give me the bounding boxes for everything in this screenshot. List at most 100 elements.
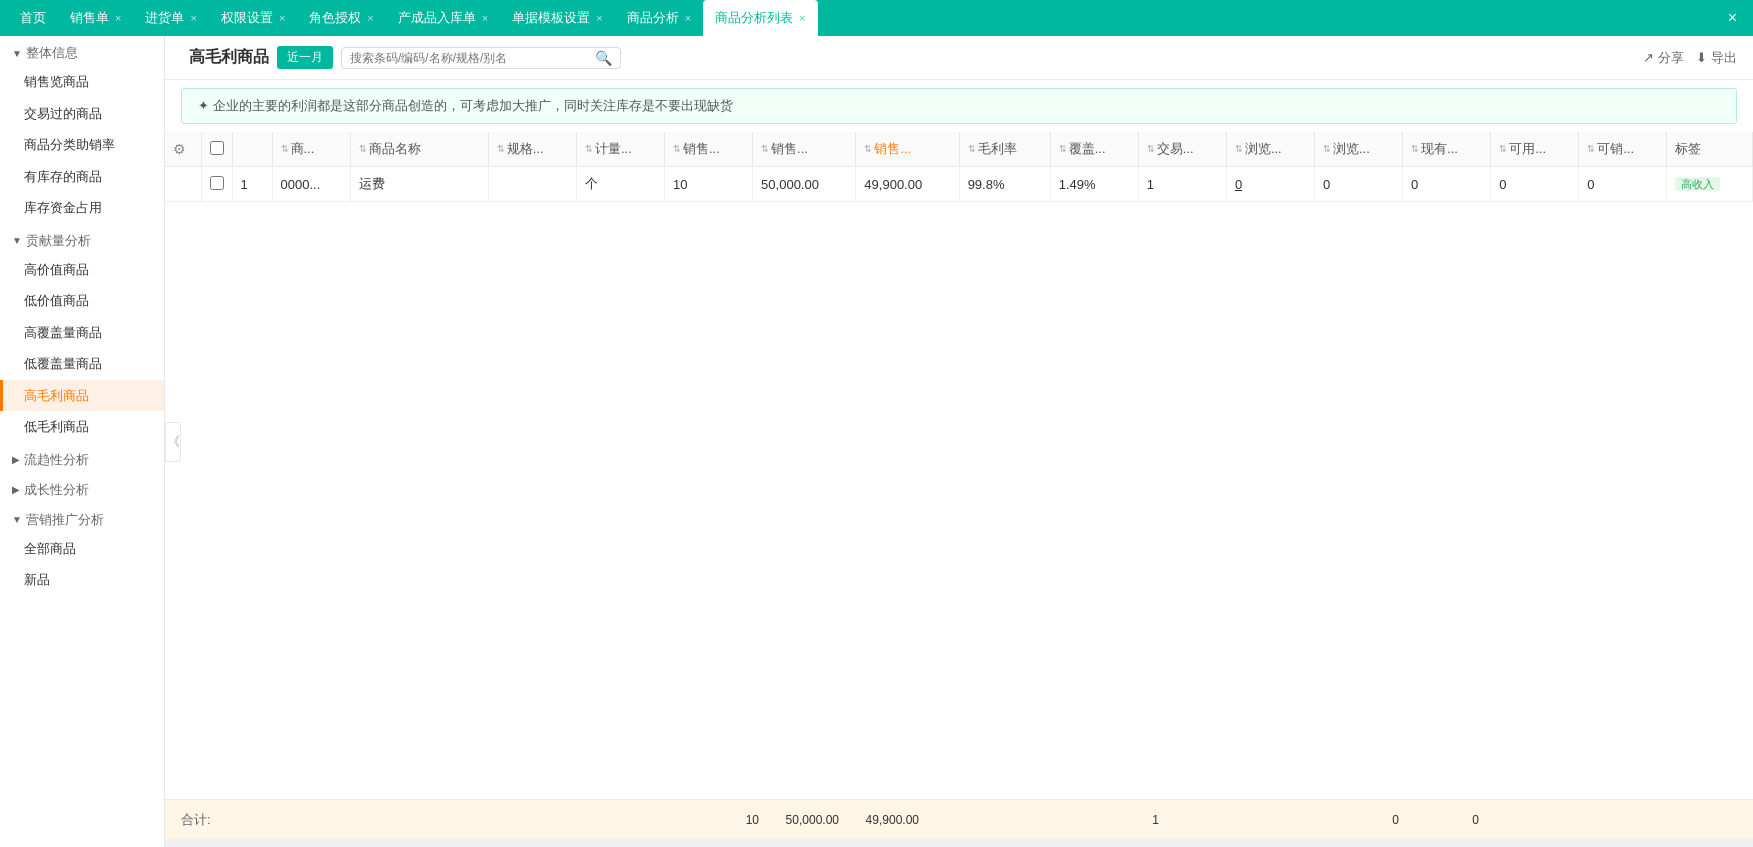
sidebar-item-low-coverage[interactable]: 低覆盖量商品 bbox=[0, 348, 164, 380]
row-sellable: 0 bbox=[1579, 167, 1667, 202]
close-icon[interactable]: × bbox=[799, 12, 805, 24]
footer-sales-cost: 49,900.00 bbox=[847, 813, 927, 827]
col-sales-amount[interactable]: ⇅销售... bbox=[753, 132, 856, 167]
col-available-stock[interactable]: ⇅可用... bbox=[1491, 132, 1579, 167]
col-browse2[interactable]: ⇅浏览... bbox=[1314, 132, 1402, 167]
close-icon[interactable]: × bbox=[367, 12, 373, 24]
horizontal-scrollbar[interactable] bbox=[165, 839, 1753, 847]
export-button[interactable]: ⬇ 导出 bbox=[1696, 49, 1737, 67]
select-all-checkbox[interactable] bbox=[210, 141, 224, 155]
footer-bar: 合计: 10 50,000.00 49,900.00 1 0 0 bbox=[165, 799, 1753, 839]
close-all-button[interactable]: × bbox=[1720, 9, 1745, 27]
row-select-checkbox[interactable] bbox=[210, 176, 224, 190]
search-box: 🔍 bbox=[341, 47, 621, 69]
col-settings[interactable]: ⚙ bbox=[165, 132, 201, 167]
col-index bbox=[232, 132, 272, 167]
sidebar-item-high-margin[interactable]: 高毛利商品 bbox=[0, 380, 164, 412]
search-icon[interactable]: 🔍 bbox=[595, 50, 612, 66]
chevron-down-icon: ▼ bbox=[12, 235, 22, 246]
sidebar-section-overall[interactable]: ▼ 整体信息 bbox=[0, 36, 164, 66]
col-code[interactable]: ⇅商... bbox=[272, 132, 350, 167]
close-icon[interactable]: × bbox=[115, 12, 121, 24]
nav-item-sales[interactable]: 销售单 × bbox=[58, 0, 133, 36]
sidebar-item-low-margin[interactable]: 低毛利商品 bbox=[0, 411, 164, 443]
col-checkbox bbox=[201, 132, 232, 167]
sidebar-collapse-button[interactable]: 《 bbox=[165, 422, 181, 462]
close-icon[interactable]: × bbox=[596, 12, 602, 24]
sidebar-item-stock-capital[interactable]: 库存资金占用 bbox=[0, 192, 164, 224]
sort-icon: ⇅ bbox=[968, 144, 976, 154]
nav-item-product-analysis-list[interactable]: 商品分析列表 × bbox=[703, 0, 817, 36]
nav-item-home[interactable]: 首页 bbox=[8, 0, 58, 36]
sidebar-item-in-stock[interactable]: 有库存的商品 bbox=[0, 161, 164, 193]
export-icon: ⬇ bbox=[1696, 50, 1707, 65]
sidebar-section-flow[interactable]: ▶ 流趋性分析 bbox=[0, 443, 164, 473]
sidebar-item-category-assist-rate[interactable]: 商品分类助销率 bbox=[0, 129, 164, 161]
sidebar-item-new-products[interactable]: 新品 bbox=[0, 564, 164, 596]
share-icon: ↗ bbox=[1643, 50, 1654, 65]
row-sales-amount: 50,000.00 bbox=[753, 167, 856, 202]
row-sales-cost: 49,900.00 bbox=[856, 167, 959, 202]
chevron-right-icon: ▶ bbox=[12, 484, 20, 495]
nav-item-permissions[interactable]: 权限设置 × bbox=[209, 0, 297, 36]
sidebar: ▼ 整体信息 销售览商品 交易过的商品 商品分类助销率 有库存的商品 库存资金占… bbox=[0, 36, 165, 847]
product-table: ⚙ ⇅商... ⇅商品名称 ⇅规格... bbox=[165, 132, 1753, 202]
nav-item-purchase[interactable]: 进货单 × bbox=[133, 0, 208, 36]
sidebar-section-growth[interactable]: ▶ 成长性分析 bbox=[0, 473, 164, 503]
close-icon[interactable]: × bbox=[685, 12, 691, 24]
col-tag: 标签 bbox=[1667, 132, 1753, 167]
sidebar-item-high-coverage[interactable]: 高覆盖量商品 bbox=[0, 317, 164, 349]
row-spec bbox=[488, 167, 576, 202]
nav-item-product-analysis[interactable]: 商品分析 × bbox=[615, 0, 703, 36]
col-sales-cost[interactable]: ⇅销售... bbox=[856, 132, 959, 167]
row-checkbox[interactable] bbox=[201, 167, 232, 202]
col-spec[interactable]: ⇅规格... bbox=[488, 132, 576, 167]
sort-icon: ⇅ bbox=[359, 144, 367, 154]
sidebar-section-contribution[interactable]: ▼ 贡献量分析 bbox=[0, 224, 164, 254]
sidebar-item-sales-overview[interactable]: 销售览商品 bbox=[0, 66, 164, 98]
col-trade[interactable]: ⇅交易... bbox=[1138, 132, 1226, 167]
table-row: 1 0000... 运费 个 10 50,000.00 49,900.00 99… bbox=[165, 167, 1753, 202]
main-layout: ▼ 整体信息 销售览商品 交易过的商品 商品分类助销率 有库存的商品 库存资金占… bbox=[0, 36, 1753, 847]
close-icon[interactable]: × bbox=[190, 12, 196, 24]
sort-icon: ⇅ bbox=[585, 144, 593, 154]
sort-icon: ⇅ bbox=[864, 144, 872, 154]
sort-icon: ⇅ bbox=[673, 144, 681, 154]
close-icon[interactable]: × bbox=[482, 12, 488, 24]
footer-trade: 1 bbox=[1087, 813, 1167, 827]
search-input[interactable] bbox=[350, 51, 591, 65]
row-trade: 1 bbox=[1138, 167, 1226, 202]
footer-sales-amount: 50,000.00 bbox=[767, 813, 847, 827]
share-button[interactable]: ↗ 分享 bbox=[1643, 49, 1684, 67]
col-gross-margin[interactable]: ⇅毛利率 bbox=[959, 132, 1050, 167]
filter-recent-month-button[interactable]: 近一月 bbox=[277, 46, 333, 69]
top-navigation: 首页 销售单 × 进货单 × 权限设置 × 角色授权 × 产成品入库单 × 单据… bbox=[0, 0, 1753, 36]
sidebar-item-low-value[interactable]: 低价值商品 bbox=[0, 285, 164, 317]
sort-icon: ⇅ bbox=[281, 144, 289, 154]
col-browse1[interactable]: ⇅浏览... bbox=[1226, 132, 1314, 167]
settings-icon[interactable]: ⚙ bbox=[173, 141, 186, 157]
col-sales-qty[interactable]: ⇅销售... bbox=[665, 132, 753, 167]
nav-item-roles[interactable]: 角色授权 × bbox=[297, 0, 385, 36]
col-coverage[interactable]: ⇅覆盖... bbox=[1050, 132, 1138, 167]
col-name[interactable]: ⇅商品名称 bbox=[350, 132, 488, 167]
sort-icon: ⇅ bbox=[1059, 144, 1067, 154]
col-unit[interactable]: ⇅计量... bbox=[576, 132, 664, 167]
sort-icon: ⇅ bbox=[761, 144, 769, 154]
header-actions: ↗ 分享 ⬇ 导出 bbox=[1643, 49, 1737, 67]
col-current-stock[interactable]: ⇅现有... bbox=[1403, 132, 1491, 167]
sort-icon: ⇅ bbox=[1147, 144, 1155, 154]
sidebar-item-high-value[interactable]: 高价值商品 bbox=[0, 254, 164, 286]
col-sellable[interactable]: ⇅可销... bbox=[1579, 132, 1667, 167]
sidebar-section-marketing[interactable]: ▼ 营销推广分析 bbox=[0, 503, 164, 533]
row-browse1[interactable]: 0 bbox=[1226, 167, 1314, 202]
sidebar-item-all-products[interactable]: 全部商品 bbox=[0, 533, 164, 565]
nav-item-template[interactable]: 单据模板设置 × bbox=[500, 0, 614, 36]
nav-item-warehouse[interactable]: 产成品入库单 × bbox=[386, 0, 500, 36]
close-icon[interactable]: × bbox=[279, 12, 285, 24]
row-sales-qty: 10 bbox=[665, 167, 753, 202]
row-name: 运费 bbox=[350, 167, 488, 202]
sidebar-item-traded-products[interactable]: 交易过的商品 bbox=[0, 98, 164, 130]
table-container[interactable]: ⚙ ⇅商... ⇅商品名称 ⇅规格... bbox=[165, 132, 1753, 799]
row-index: 1 bbox=[232, 167, 272, 202]
